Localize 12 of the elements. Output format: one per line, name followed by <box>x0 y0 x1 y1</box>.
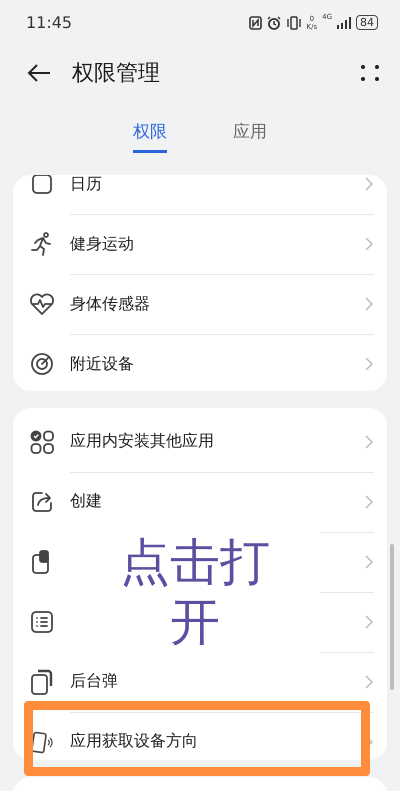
row-label: 身体传感器 <box>70 294 150 312</box>
row-label: 日历 <box>70 175 102 192</box>
row-label: 附近设备 <box>70 354 134 372</box>
clock-time: 11:45 <box>26 13 74 32</box>
row-label: 应用内安装其他应用 <box>70 431 214 450</box>
battery-level: 84 <box>356 15 378 30</box>
row-label: 应用获取设备方向 <box>70 731 198 750</box>
row-label: 创建 <box>70 491 102 510</box>
page-title: 权限管理 <box>72 60 161 88</box>
row-label: 后台弹 <box>70 671 118 690</box>
tip-text: 点击打开 <box>119 532 271 652</box>
row-label: 健身运动 <box>70 234 134 252</box>
